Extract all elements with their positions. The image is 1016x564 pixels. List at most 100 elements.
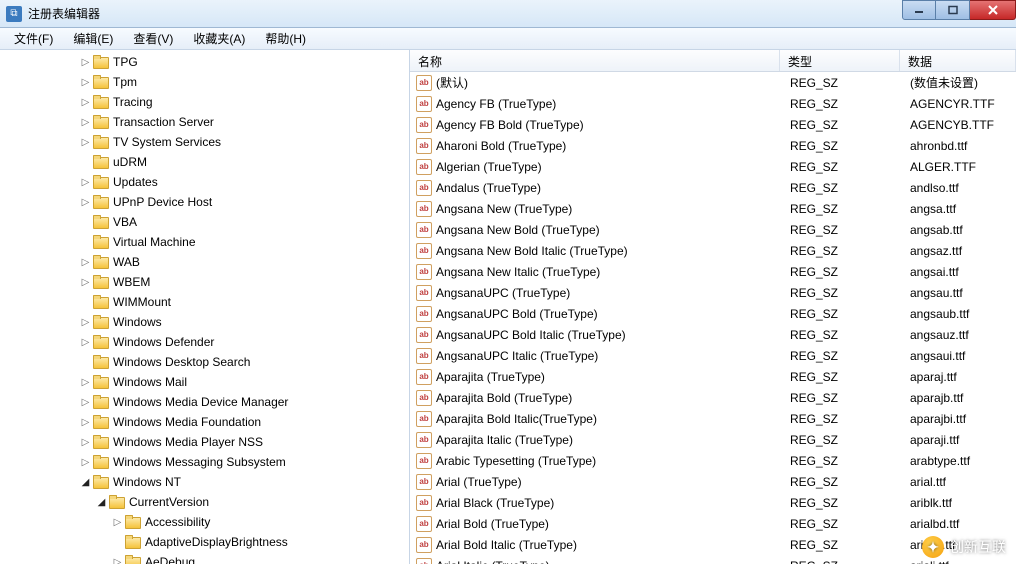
list-row[interactable]: abAngsana New Bold (TrueType)REG_SZangsa…	[410, 219, 1016, 240]
expand-icon[interactable]: ▷	[80, 457, 91, 468]
list-row[interactable]: abAharoni Bold (TrueType)REG_SZahronbd.t…	[410, 135, 1016, 156]
expand-icon[interactable]: ▷	[80, 197, 91, 208]
tree-item-label: Windows Media Foundation	[113, 415, 261, 429]
list-row[interactable]: ab(默认)REG_SZ(数值未设置)	[410, 72, 1016, 93]
minimize-button[interactable]	[902, 0, 936, 20]
cell-type: REG_SZ	[790, 475, 910, 489]
cell-data: angsaui.ttf	[910, 349, 1016, 363]
expand-icon[interactable]: ▷	[80, 377, 91, 388]
list-row[interactable]: abArial Bold Italic (TrueType)REG_SZaria…	[410, 534, 1016, 555]
column-type[interactable]: 类型	[780, 50, 900, 71]
menu-file[interactable]: 文件(F)	[4, 28, 63, 49]
list-row[interactable]: abAndalus (TrueType)REG_SZandlso.ttf	[410, 177, 1016, 198]
expand-icon[interactable]: ▷	[80, 137, 91, 148]
menu-view[interactable]: 查看(V)	[123, 28, 183, 49]
expand-icon[interactable]: ▷	[112, 557, 123, 564]
tree-panel[interactable]: ▷TPG▷Tpm▷Tracing▷Transaction Server▷TV S…	[0, 50, 410, 564]
tree-item[interactable]: ▷WBEM	[0, 272, 409, 292]
tree-item[interactable]: ▷Tracing	[0, 92, 409, 112]
menu-help[interactable]: 帮助(H)	[255, 28, 316, 49]
tree-item[interactable]: ▷Windows Defender	[0, 332, 409, 352]
expand-icon[interactable]: ▷	[80, 317, 91, 328]
list-row[interactable]: abAngsanaUPC Italic (TrueType)REG_SZangs…	[410, 345, 1016, 366]
collapse-icon[interactable]: ◢	[80, 477, 91, 488]
cell-name: Angsana New Italic (TrueType)	[436, 265, 790, 279]
cell-type: REG_SZ	[790, 328, 910, 342]
tree-item[interactable]: ▷Windows Media Device Manager	[0, 392, 409, 412]
list-row[interactable]: abArabic Typesetting (TrueType)REG_SZara…	[410, 450, 1016, 471]
list-row[interactable]: abAparajita Italic (TrueType)REG_SZapara…	[410, 429, 1016, 450]
tree-item[interactable]: ▷uDRM	[0, 152, 409, 172]
menu-favorites[interactable]: 收藏夹(A)	[183, 28, 255, 49]
list-row[interactable]: abAgency FB Bold (TrueType)REG_SZAGENCYB…	[410, 114, 1016, 135]
column-name[interactable]: 名称	[410, 50, 780, 71]
cell-type: REG_SZ	[790, 181, 910, 195]
list-row[interactable]: abAparajita Bold Italic(TrueType)REG_SZa…	[410, 408, 1016, 429]
tree-item[interactable]: ▷Tpm	[0, 72, 409, 92]
tree-item[interactable]: ▷WAB	[0, 252, 409, 272]
expand-icon[interactable]: ▷	[80, 417, 91, 428]
expand-icon[interactable]: ▷	[80, 337, 91, 348]
tree-item[interactable]: ▷VBA	[0, 212, 409, 232]
tree-item[interactable]: ▷TV System Services	[0, 132, 409, 152]
expand-icon[interactable]: ▷	[80, 117, 91, 128]
list-row[interactable]: abArial Bold (TrueType)REG_SZarialbd.ttf	[410, 513, 1016, 534]
tree-item[interactable]: ▷WIMMount	[0, 292, 409, 312]
tree-item[interactable]: ◢Windows NT	[0, 472, 409, 492]
tree-item[interactable]: ▷ Windows Messaging Subsystem	[0, 452, 409, 472]
close-button[interactable]	[970, 0, 1016, 20]
tree-item[interactable]: ▷ UPnP Device Host	[0, 192, 409, 212]
cell-type: REG_SZ	[790, 433, 910, 447]
menu-edit[interactable]: 编辑(E)	[63, 28, 123, 49]
expand-icon[interactable]: ▷	[80, 97, 91, 108]
cell-type: REG_SZ	[790, 97, 910, 111]
tree-item[interactable]: ▷Accessibility	[0, 512, 409, 532]
string-value-icon: ab	[416, 495, 432, 511]
expand-icon[interactable]: ▷	[80, 437, 91, 448]
list-row[interactable]: abArial (TrueType)REG_SZarial.ttf	[410, 471, 1016, 492]
expand-icon[interactable]: ▷	[80, 277, 91, 288]
cell-type: REG_SZ	[790, 160, 910, 174]
expand-icon[interactable]: ▷	[80, 397, 91, 408]
list-row[interactable]: abAparajita (TrueType)REG_SZaparaj.ttf	[410, 366, 1016, 387]
expand-icon[interactable]: ▷	[80, 177, 91, 188]
minimize-icon	[913, 5, 925, 15]
column-name-label: 名称	[418, 55, 442, 69]
tree-item[interactable]: ▷Transaction Server	[0, 112, 409, 132]
tree-item[interactable]: ▷Windows Media Player NSS	[0, 432, 409, 452]
maximize-button[interactable]	[936, 0, 970, 20]
tree-item[interactable]: ▷AdaptiveDisplayBrightness	[0, 532, 409, 552]
list-row[interactable]: abAngsanaUPC Bold Italic (TrueType)REG_S…	[410, 324, 1016, 345]
tree-item[interactable]: ▷Windows Mail	[0, 372, 409, 392]
expand-icon[interactable]: ▷	[112, 517, 123, 528]
list-row[interactable]: abAngsana New (TrueType)REG_SZangsa.ttf	[410, 198, 1016, 219]
list-row[interactable]: abAngsanaUPC (TrueType)REG_SZangsau.ttf	[410, 282, 1016, 303]
tree-item[interactable]: ▷TPG	[0, 52, 409, 72]
tree-item-label: Windows Messaging Subsystem	[113, 455, 286, 469]
list-row[interactable]: abAparajita Bold (TrueType)REG_SZaparajb…	[410, 387, 1016, 408]
tree-item[interactable]: ◢CurrentVersion	[0, 492, 409, 512]
expand-icon[interactable]: ▷	[80, 57, 91, 68]
column-data[interactable]: 数据	[900, 50, 1016, 71]
tree-item[interactable]: ▷Windows Desktop Search	[0, 352, 409, 372]
list-row[interactable]: abAngsana New Bold Italic (TrueType)REG_…	[410, 240, 1016, 261]
expand-icon[interactable]: ▷	[80, 77, 91, 88]
list-body[interactable]: ab(默认)REG_SZ(数值未设置)abAgency FB (TrueType…	[410, 72, 1016, 564]
cell-data: ariali.ttf	[910, 559, 1016, 564]
tree-item[interactable]: ▷AeDebug	[0, 552, 409, 564]
tree-item[interactable]: ▷Updates	[0, 172, 409, 192]
list-row[interactable]: abArial Black (TrueType)REG_SZariblk.ttf	[410, 492, 1016, 513]
list-row[interactable]: abAgency FB (TrueType)REG_SZAGENCYR.TTF	[410, 93, 1016, 114]
tree-item-label: UPnP Device Host	[113, 195, 212, 209]
list-row[interactable]: abAlgerian (TrueType)REG_SZALGER.TTF	[410, 156, 1016, 177]
list-row[interactable]: abAngsana New Italic (TrueType)REG_SZang…	[410, 261, 1016, 282]
list-row[interactable]: abAngsanaUPC Bold (TrueType)REG_SZangsau…	[410, 303, 1016, 324]
tree-item[interactable]: ▷Virtual Machine	[0, 232, 409, 252]
expand-icon[interactable]: ▷	[80, 257, 91, 268]
cell-data: arialbi.ttf	[910, 538, 1016, 552]
tree-item[interactable]: ▷Windows	[0, 312, 409, 332]
tree-item[interactable]: ▷ Windows Media Foundation	[0, 412, 409, 432]
collapse-icon[interactable]: ◢	[96, 497, 107, 508]
cell-data: AGENCYR.TTF	[910, 97, 1016, 111]
list-row[interactable]: abArial Italic (TrueType)REG_SZariali.tt…	[410, 555, 1016, 564]
